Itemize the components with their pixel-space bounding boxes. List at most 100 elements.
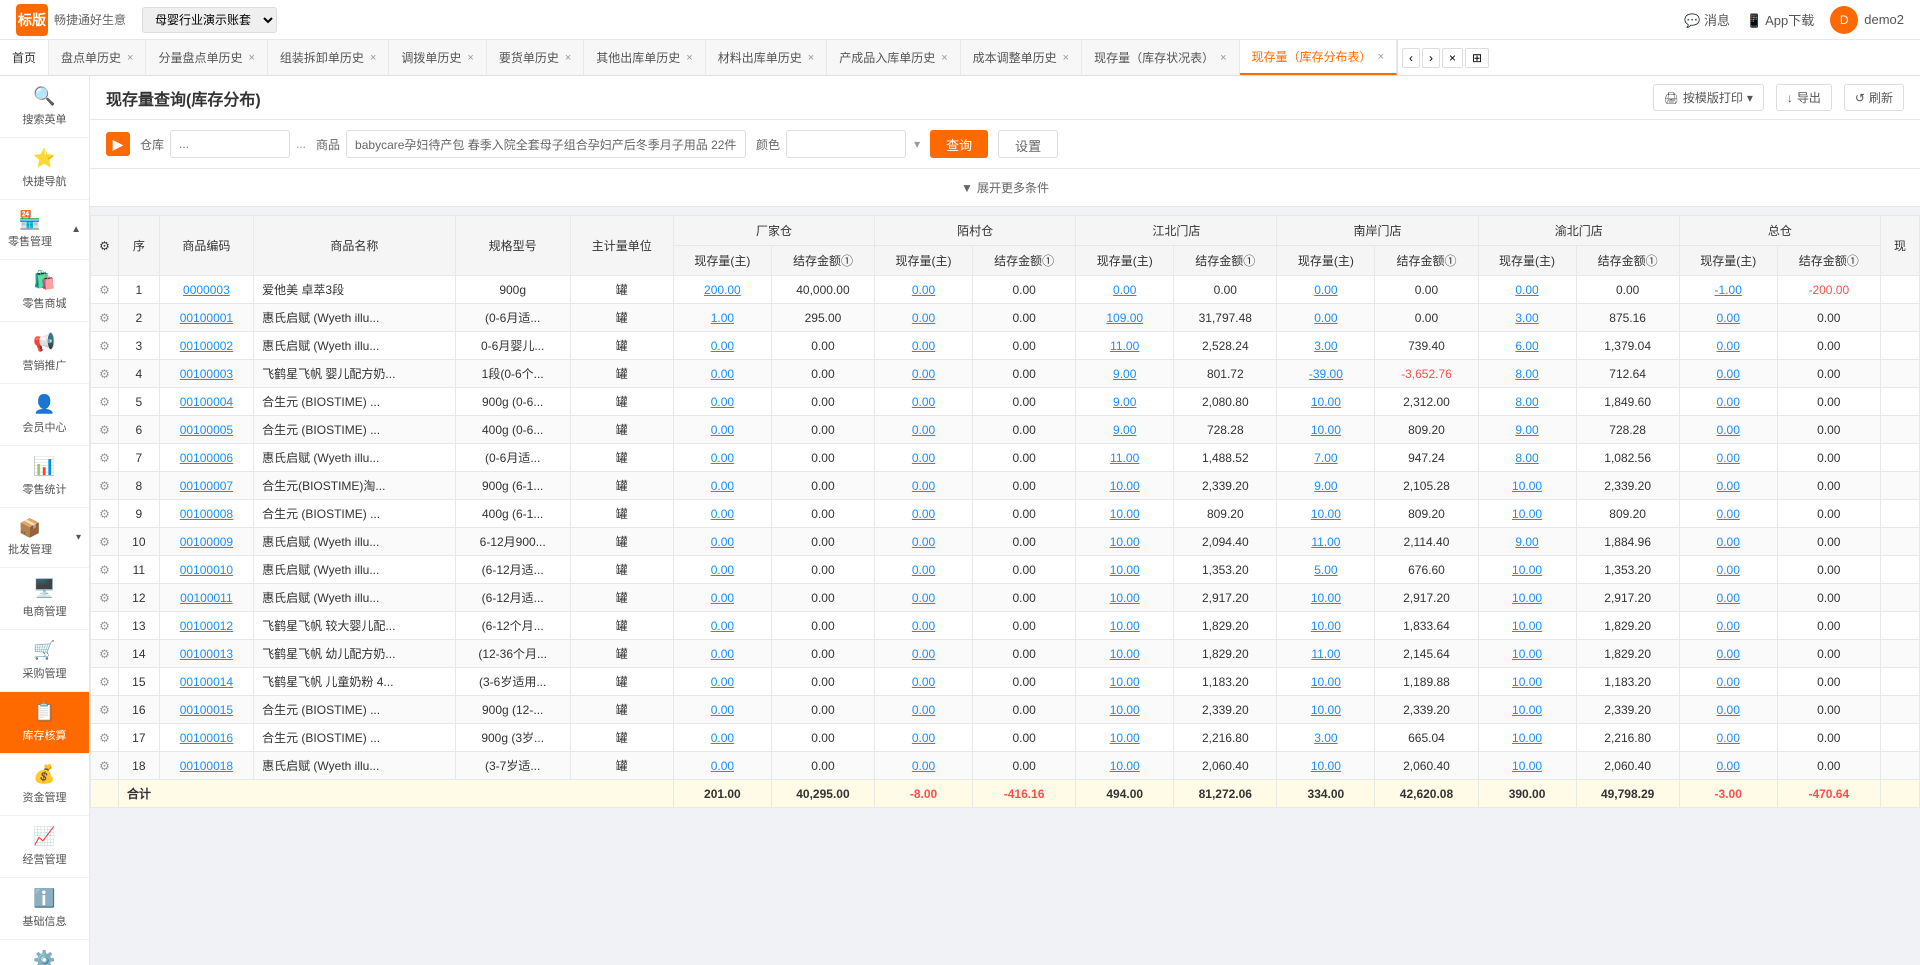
row-factory-amount: 0.00 [771, 388, 874, 416]
tab-stock-status[interactable]: 现存量（库存状况表） × [1082, 40, 1239, 75]
table-container[interactable]: ⚙ 序 商品编码 商品名称 规格型号 主计量单位 厂家仓 陌村仓 江北门店 南岸… [90, 207, 1920, 965]
row-mocun-stock: 0.00 [875, 500, 973, 528]
tabs-next-btn[interactable]: › [1422, 48, 1440, 68]
row-extra [1880, 500, 1919, 528]
row-nanan-amount: 2,105.28 [1375, 472, 1478, 500]
tabs-close-all-btn[interactable]: × [1442, 48, 1463, 68]
tab-require-close[interactable]: × [565, 52, 571, 64]
row-code: 00100003 [159, 360, 253, 388]
sidebar-wholesale-label: 批发管理 [8, 541, 52, 557]
sidebar-item-shortcut[interactable]: ⭐ 快捷导航 [0, 138, 89, 200]
row-yubei-stock: 10.00 [1478, 752, 1576, 780]
logo-abbr: 标版 [18, 10, 46, 30]
refresh-btn[interactable]: ↺ 刷新 [1844, 84, 1904, 111]
tab-other-out-close[interactable]: × [686, 52, 692, 64]
filter-toggle-btn[interactable]: ▶ [106, 132, 130, 156]
sidebar-retail-content: 🏪 零售管理 [8, 210, 52, 249]
tab-cost-adjust-history[interactable]: 成本调整单历史 × [961, 40, 1082, 75]
industry-selector[interactable]: 母婴行业演示账套 [142, 7, 277, 33]
summary-extra [1880, 780, 1919, 808]
sidebar-item-purchase[interactable]: 🛒 采购管理 [0, 630, 89, 692]
row-code: 00100001 [159, 304, 253, 332]
sidebar-item-retail-mgmt[interactable]: 🏪 零售管理 ▲ [0, 200, 89, 260]
warehouse-input[interactable] [170, 130, 290, 158]
tabs-expand-btn[interactable]: ⊞ [1465, 48, 1489, 68]
sidebar-item-finance[interactable]: 💰 资金管理 [0, 754, 89, 816]
product-input[interactable] [346, 130, 746, 158]
tab-split-count-history[interactable]: 分量盘点单历史 × [146, 40, 267, 75]
tab-combine-label: 组装拆卸单历史 [280, 49, 364, 66]
tab-material-out-history[interactable]: 材料出库单历史 × [706, 40, 827, 75]
row-total-amount: 0.00 [1777, 668, 1880, 696]
row-mocun-stock: 0.00 [875, 416, 973, 444]
tab-require-history[interactable]: 要货单历史 × [487, 40, 584, 75]
row-code: 00100013 [159, 640, 253, 668]
sidebar-item-operations[interactable]: 📈 经营管理 [0, 816, 89, 878]
tab-combine-close[interactable]: × [370, 52, 376, 64]
row-no: 6 [119, 416, 160, 444]
tab-cost-adjust-close[interactable]: × [1063, 52, 1069, 64]
tab-count-history-label: 盘点单历史 [61, 49, 121, 66]
row-total-stock: 0.00 [1679, 444, 1777, 472]
row-total-amount: 0.00 [1777, 612, 1880, 640]
tab-split-count-close[interactable]: × [248, 52, 254, 64]
sidebar-item-stock-check[interactable]: 📋 库存核算 [0, 692, 89, 754]
tab-stock-status-close[interactable]: × [1220, 52, 1226, 64]
user-area[interactable]: D demo2 [1830, 6, 1904, 34]
col-mocun-stock-header: 现存量(主) [875, 246, 973, 276]
tab-count-history-close[interactable]: × [127, 52, 133, 64]
row-total-amount: 0.00 [1777, 528, 1880, 556]
row-jiangbei-stock: 10.00 [1076, 584, 1174, 612]
sidebar-item-wholesale-mgmt[interactable]: 📦 批发管理 ▾ [0, 508, 89, 568]
row-nanan-stock: 10.00 [1277, 696, 1375, 724]
sidebar-item-member-center[interactable]: 👤 会员中心 [0, 384, 89, 446]
tab-other-out-history[interactable]: 其他出库单历史 × [584, 40, 705, 75]
tab-product-in-close[interactable]: × [941, 52, 947, 64]
row-mocun-stock: 0.00 [875, 696, 973, 724]
tab-stock-distribution[interactable]: 现存量（库存分布表） × [1240, 40, 1397, 75]
row-no: 8 [119, 472, 160, 500]
row-no: 7 [119, 444, 160, 472]
row-total-stock: 0.00 [1679, 612, 1777, 640]
col-settings-header[interactable]: ⚙ [91, 216, 119, 276]
row-mocun-amount: 0.00 [972, 724, 1075, 752]
export-btn[interactable]: ↓ 导出 [1776, 84, 1832, 111]
row-spec: 0-6月婴儿... [455, 332, 570, 360]
tab-transfer-history[interactable]: 调拨单历史 × [389, 40, 486, 75]
tab-count-history[interactable]: 盘点单历史 × [49, 40, 146, 75]
print-btn[interactable]: 🖨 按模版打印 ▾ [1653, 84, 1764, 111]
row-unit: 罐 [570, 752, 673, 780]
color-input[interactable] [786, 130, 906, 158]
row-extra [1880, 584, 1919, 612]
row-nanan-stock: 10.00 [1277, 500, 1375, 528]
tab-material-out-close[interactable]: × [808, 52, 814, 64]
row-yubei-amount: 1,082.56 [1576, 444, 1679, 472]
query-btn[interactable]: 查询 [930, 130, 988, 158]
tab-product-in-history[interactable]: 产成品入库单历史 × [827, 40, 960, 75]
tab-transfer-close[interactable]: × [467, 52, 473, 64]
table-row: ⚙ 9 00100008 合生元 (BIOSTIME) ... 400g (6-… [91, 500, 1920, 528]
row-nanan-stock: 10.00 [1277, 612, 1375, 640]
row-factory-amount: 0.00 [771, 696, 874, 724]
app-download-btn[interactable]: 📱 App下载 [1746, 10, 1814, 29]
col-mocun-amount-header: 结存金额① [972, 246, 1075, 276]
tabs-bar: 首页 盘点单历史 × 分量盘点单历史 × 组装拆卸单历史 × 调拨单历史 × 要… [0, 40, 1920, 76]
expand-more-btn[interactable]: ▼ 展开更多条件 [957, 175, 1053, 200]
tab-stock-dist-close[interactable]: × [1378, 51, 1384, 63]
sidebar-item-ecommerce[interactable]: 🖥️ 电商管理 [0, 568, 89, 630]
message-btn[interactable]: 💬 消息 [1684, 10, 1730, 29]
tab-home[interactable]: 首页 [0, 40, 49, 75]
settings-filter-btn[interactable]: 设置 [998, 130, 1058, 158]
sidebar-item-basic-info[interactable]: ℹ️ 基础信息 [0, 878, 89, 940]
sidebar-item-marketing[interactable]: 📢 营销推广 [0, 322, 89, 384]
tabs-prev-btn[interactable]: ‹ [1402, 48, 1420, 68]
row-mocun-amount: 0.00 [972, 752, 1075, 780]
sidebar-item-search[interactable]: 🔍 搜索英单 [0, 76, 89, 138]
sidebar-item-retail-stats[interactable]: 📊 零售统计 [0, 446, 89, 508]
sidebar-item-retail-store[interactable]: 🛍️ 零售商城 [0, 260, 89, 322]
summary-total-stock: -3.00 [1679, 780, 1777, 808]
ecommerce-icon: 🖥️ [33, 578, 55, 599]
sidebar-item-system[interactable]: ⚙️ 系统管理 [0, 940, 89, 965]
row-no: 2 [119, 304, 160, 332]
tab-combine-history[interactable]: 组装拆卸单历史 × [268, 40, 389, 75]
